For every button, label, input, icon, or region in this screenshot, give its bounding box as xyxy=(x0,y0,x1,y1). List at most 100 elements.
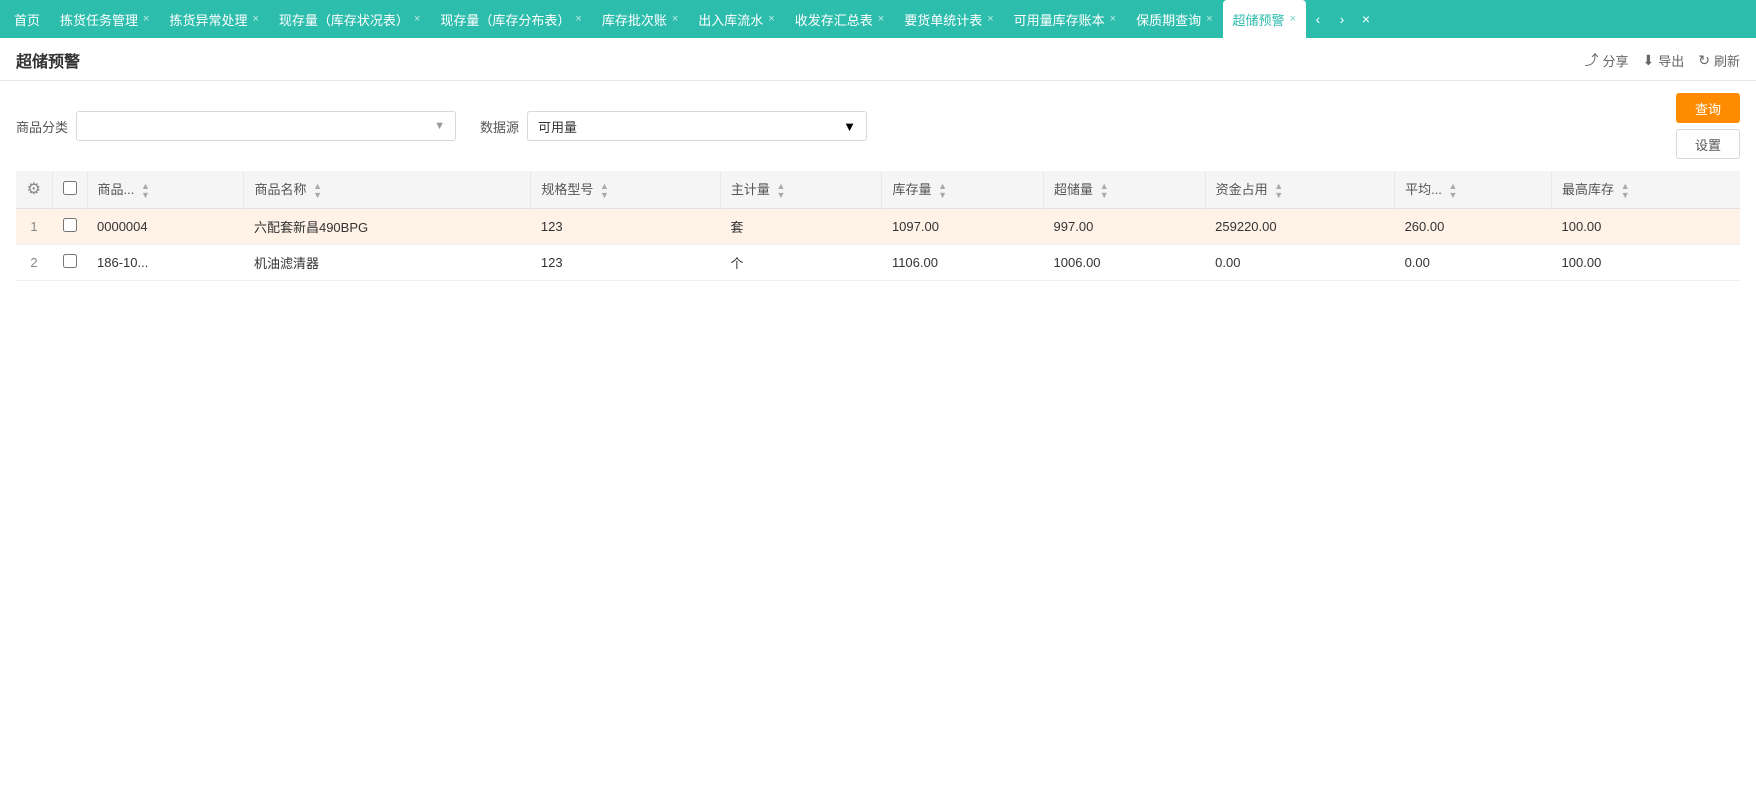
close-icon[interactable]: × xyxy=(575,13,581,25)
page-title: 超储预警 xyxy=(16,48,80,72)
data-table-container: ⚙ 商品... ▲▼ 商品名称 ▲▼ 规格型号 ▲▼ 主计 xyxy=(0,171,1756,281)
nav-item-flow[interactable]: 出入库流水 × xyxy=(688,0,784,38)
share-icon: ⤴ xyxy=(1584,50,1598,70)
sort-icon: ▲▼ xyxy=(600,182,609,200)
close-icon[interactable]: × xyxy=(987,13,993,25)
page-header: 超储预警 ⤴ 分享 ⬇ 导出 ↻ 刷新 xyxy=(0,38,1756,81)
max-stock-header[interactable]: 最高库存 ▲▼ xyxy=(1552,171,1740,208)
sort-icon: ▲▼ xyxy=(776,182,785,200)
stock-cell: 1097.00 xyxy=(882,208,1044,244)
stock-cell: 1106.00 xyxy=(882,244,1044,280)
product-name-cell: 机油滤清器 xyxy=(244,244,531,280)
table-header: ⚙ 商品... ▲▼ 商品名称 ▲▼ 规格型号 ▲▼ 主计 xyxy=(16,171,1740,208)
stock-header[interactable]: 库存量 ▲▼ xyxy=(882,171,1044,208)
row-index: 1 xyxy=(16,208,52,244)
row-checkbox[interactable] xyxy=(63,218,77,232)
spec-cell: 123 xyxy=(531,244,720,280)
close-icon[interactable]: × xyxy=(252,13,258,25)
datasource-select[interactable]: 可用量 ▼ xyxy=(527,111,867,141)
datasource-label: 数据源 xyxy=(480,117,519,136)
select-all-checkbox[interactable] xyxy=(63,181,77,195)
settings-button[interactable]: 设置 xyxy=(1676,129,1740,159)
nav-item-stock-dist[interactable]: 现存量（库存分布表） × xyxy=(430,0,591,38)
sort-icon: ▲▼ xyxy=(1100,182,1109,200)
avg-cell: 260.00 xyxy=(1395,208,1552,244)
close-icon[interactable]: × xyxy=(1290,13,1296,25)
checkbox-col-header xyxy=(52,171,87,208)
chevron-down-icon: ▼ xyxy=(434,120,445,132)
sort-icon: ▲▼ xyxy=(313,182,322,200)
row-checkbox-cell xyxy=(52,244,87,280)
chevron-down-icon: ▼ xyxy=(843,119,856,134)
filter-action-buttons: 查询 设置 xyxy=(1676,93,1740,159)
query-button[interactable]: 查询 xyxy=(1676,93,1740,123)
export-button[interactable]: ⬇ 导出 xyxy=(1643,51,1685,70)
spec-header[interactable]: 规格型号 ▲▼ xyxy=(531,171,720,208)
close-icon[interactable]: × xyxy=(143,13,149,25)
sort-icon: ▲▼ xyxy=(938,182,947,200)
nav-item-available-stock[interactable]: 可用量库存账本 × xyxy=(1004,0,1126,38)
nav-item-task[interactable]: 拣货任务管理 × xyxy=(50,0,159,38)
unit-cell: 套 xyxy=(720,208,882,244)
overstock-table: ⚙ 商品... ▲▼ 商品名称 ▲▼ 规格型号 ▲▼ 主计 xyxy=(16,171,1740,281)
filter-bar: 商品分类 ▼ 数据源 可用量 ▼ 查询 设置 xyxy=(0,81,1756,171)
sort-icon: ▲▼ xyxy=(1449,182,1458,200)
product-name-cell: 六配套新昌490BPG xyxy=(244,208,531,244)
close-icon[interactable]: × xyxy=(414,13,420,25)
nav-item-batch[interactable]: 库存批次账 × xyxy=(592,0,688,38)
close-icon[interactable]: × xyxy=(878,13,884,25)
product-code-cell: 0000004 xyxy=(87,208,244,244)
nav-item-requisition[interactable]: 要货单统计表 × xyxy=(894,0,1003,38)
datasource-filter: 数据源 可用量 ▼ xyxy=(480,111,867,141)
capital-header[interactable]: 资金占用 ▲▼ xyxy=(1205,171,1394,208)
close-icon[interactable]: × xyxy=(1110,13,1116,25)
sort-icon: ▲▼ xyxy=(1621,182,1630,200)
export-icon: ⬇ xyxy=(1643,52,1655,69)
avg-header[interactable]: 平均... ▲▼ xyxy=(1395,171,1552,208)
category-label: 商品分类 xyxy=(16,117,68,136)
nav-item-summary[interactable]: 收发存汇总表 × xyxy=(785,0,894,38)
nav-item-home[interactable]: 首页 xyxy=(4,0,50,38)
unit-header[interactable]: 主计量 ▲▼ xyxy=(720,171,882,208)
sort-icon: ▲▼ xyxy=(141,182,150,200)
gear-icon[interactable]: ⚙ xyxy=(27,181,41,198)
close-icon[interactable]: × xyxy=(672,13,678,25)
top-navigation: 首页 拣货任务管理 × 拣货异常处理 × 现存量（库存状况表） × 现存量（库存… xyxy=(0,0,1756,38)
capital-cell: 0.00 xyxy=(1205,244,1394,280)
nav-item-expiry[interactable]: 保质期查询 × xyxy=(1126,0,1222,38)
row-index: 2 xyxy=(16,244,52,280)
nav-item-overstock[interactable]: 超储预警 × xyxy=(1223,0,1306,38)
header-actions: ⤴ 分享 ⬇ 导出 ↻ 刷新 xyxy=(1584,50,1740,70)
unit-cell: 个 xyxy=(720,244,882,280)
nav-item-stock-status[interactable]: 现存量（库存状况表） × xyxy=(269,0,430,38)
product-code-header[interactable]: 商品... ▲▼ xyxy=(87,171,244,208)
row-checkbox-cell xyxy=(52,208,87,244)
share-button[interactable]: ⤴ 分享 xyxy=(1584,50,1628,70)
settings-col-header: ⚙ xyxy=(16,171,52,208)
close-icon[interactable]: × xyxy=(1206,13,1212,25)
overstock-cell: 1006.00 xyxy=(1044,244,1206,280)
avg-cell: 0.00 xyxy=(1395,244,1552,280)
nav-close-arrow[interactable]: × xyxy=(1354,0,1378,38)
table-row: 2 186-10... 机油滤清器 123 个 1106.00 1006.00 … xyxy=(16,244,1740,280)
max-stock-cell: 100.00 xyxy=(1552,244,1740,280)
refresh-icon: ↻ xyxy=(1698,52,1710,69)
nav-right-arrow[interactable]: › xyxy=(1330,0,1354,38)
category-select[interactable]: ▼ xyxy=(76,111,456,141)
product-name-header[interactable]: 商品名称 ▲▼ xyxy=(244,171,531,208)
nav-left-arrow[interactable]: ‹ xyxy=(1306,0,1330,38)
close-icon[interactable]: × xyxy=(768,13,774,25)
nav-item-exception[interactable]: 拣货异常处理 × xyxy=(159,0,268,38)
category-filter: 商品分类 ▼ xyxy=(16,111,456,141)
refresh-button[interactable]: ↻ 刷新 xyxy=(1698,51,1740,70)
capital-cell: 259220.00 xyxy=(1205,208,1394,244)
spec-cell: 123 xyxy=(531,208,720,244)
product-code-cell: 186-10... xyxy=(87,244,244,280)
datasource-value: 可用量 xyxy=(538,117,577,136)
overstock-cell: 997.00 xyxy=(1044,208,1206,244)
max-stock-cell: 100.00 xyxy=(1552,208,1740,244)
sort-icon: ▲▼ xyxy=(1274,182,1283,200)
table-body: 1 0000004 六配套新昌490BPG 123 套 1097.00 997.… xyxy=(16,208,1740,280)
overstock-header[interactable]: 超储量 ▲▼ xyxy=(1044,171,1206,208)
row-checkbox[interactable] xyxy=(63,254,77,268)
